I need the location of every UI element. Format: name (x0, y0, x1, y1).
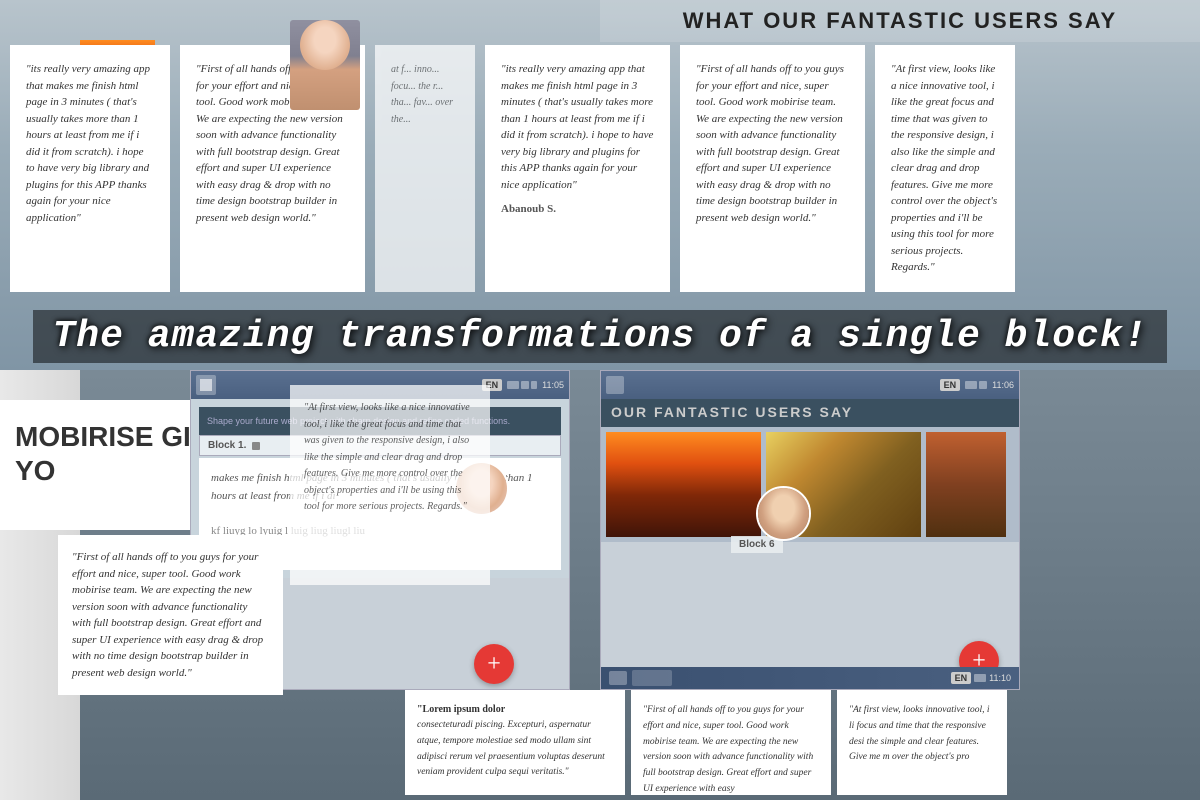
status-items-2 (627, 670, 951, 686)
bottom-card-lorem: "Lorem ipsum dolor consecteturadi piscin… (405, 690, 625, 795)
block-icon (252, 442, 260, 450)
photo-1 (606, 432, 761, 537)
testimonial-card-3: "its really very amazing app that makes … (485, 45, 670, 292)
bottom-left-card-text: "First of all hands off to you guys for … (72, 551, 263, 679)
bottom-card-2-text: "First of all hands off to you guys for … (643, 705, 813, 794)
start-icon-2 (609, 671, 627, 685)
taskbar-icon (632, 670, 672, 686)
start-button[interactable] (196, 375, 216, 395)
screen2-heading: OUR FANTASTIC USERS SAY (611, 404, 853, 420)
taskbar-2: EN 11:06 (601, 371, 1019, 399)
status-right-2: EN 11:10 (951, 672, 1011, 684)
bottom-card-3-text: "At first view, looks innovative tool, i… (849, 705, 990, 762)
net-icon (974, 674, 986, 682)
mid-overlap-card: "At first view, looks like a nice innova… (290, 385, 490, 585)
testimonial-card-5: "At first view, looks like a nice innova… (875, 45, 1015, 292)
status-icons-2 (965, 381, 987, 389)
edit-avatar-2 (756, 486, 811, 541)
bottom-section: MOBIRISE GIVES YO "First of all hands of… (0, 370, 1200, 800)
testimonial-3-reviewer: Abanoub S. (501, 201, 654, 218)
status-left-2 (609, 671, 627, 685)
block-6-label: Block 6 (739, 539, 775, 550)
screen2-header: OUR FANTASTIC USERS SAY (601, 399, 1019, 427)
photo-3 (926, 432, 1006, 537)
bottom-left-card: "First of all hands off to you guys for … (58, 535, 283, 695)
testimonial-card-4: "First of all hands off to you guys for … (680, 45, 865, 292)
testimonial-mid-text: at f... inno... focu... the r... tha... … (391, 64, 453, 125)
testimonial-card-1: "its really very amazing app that makes … (10, 45, 170, 292)
testimonial-5-text: "At first view, looks like a nice innova… (891, 63, 997, 273)
testimonial-3-text: "its really very amazing app that makes … (501, 63, 653, 191)
users-say-heading: WHAT OUR FANTASTIC USERS SAY (600, 8, 1200, 34)
main-title: The amazing transformations of a single … (33, 310, 1168, 363)
photos-row (601, 427, 1019, 542)
testimonial-card-mid: at f... inno... focu... the r... tha... … (375, 45, 475, 292)
bottom-right: EN 11:06 OUR FANTASTIC USERS SAY (400, 370, 1200, 800)
status-en-2: EN (951, 672, 972, 684)
block-1-label: Block 1. (208, 440, 246, 451)
mid-card-text: "At first view, looks like a nice innova… (304, 402, 470, 512)
lorem-label: "Lorem ipsum dolor (417, 702, 613, 717)
edit-screen-2: EN 11:06 OUR FANTASTIC USERS SAY (600, 370, 1020, 690)
main-title-section: The amazing transformations of a single … (0, 310, 1200, 363)
testimonial-1-text: "its really very amazing app that makes … (26, 63, 150, 224)
bottom-card-2: "First of all hands off to you guys for … (631, 690, 831, 795)
bottom-card-3: "At first view, looks innovative tool, i… (837, 690, 1007, 795)
person-avatar (290, 10, 360, 100)
lorem-text: consecteturadi piscing. Excepturi, asper… (417, 720, 605, 777)
language-badge-2: EN (940, 379, 961, 391)
bottom-cards-row: "Lorem ipsum dolor consecteturadi piscin… (400, 685, 1200, 800)
time-status-2: 11:10 (989, 673, 1011, 683)
start-btn-2[interactable] (606, 376, 624, 394)
testimonials-top: "its really very amazing app that makes … (0, 35, 1200, 302)
testimonial-4-text: "First of all hands off to you guys for … (696, 63, 844, 224)
time-2: 11:06 (992, 380, 1014, 390)
